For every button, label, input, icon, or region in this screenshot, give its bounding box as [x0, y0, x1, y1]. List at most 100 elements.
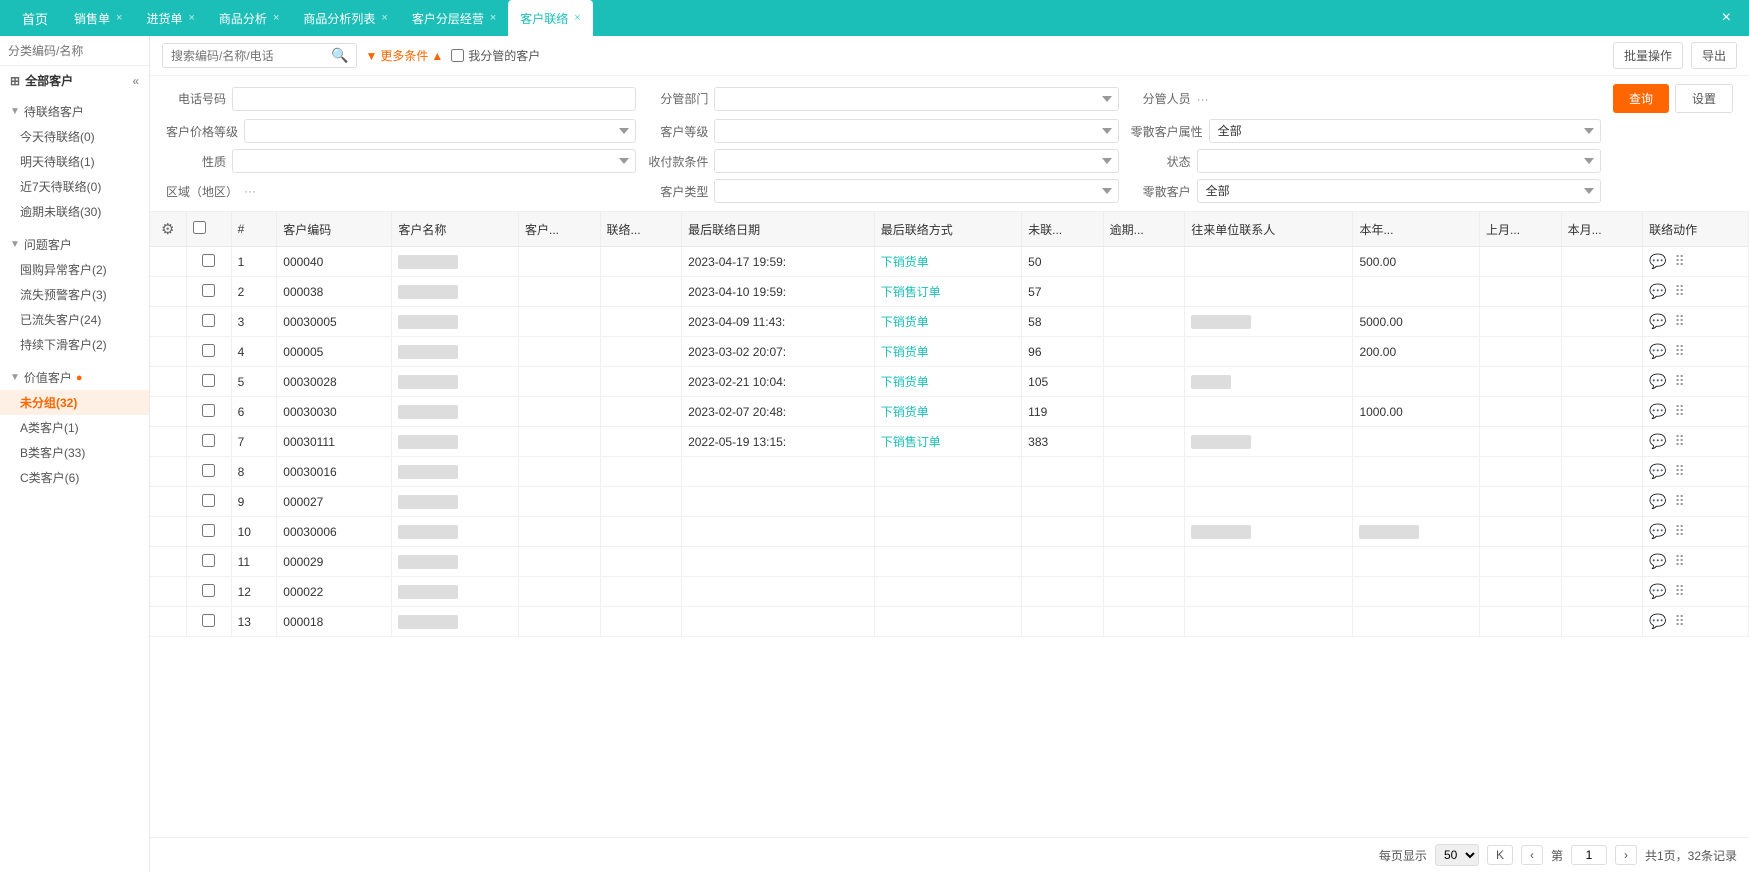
more-icon[interactable]: ⠿ — [1675, 583, 1685, 600]
phone-input[interactable] — [232, 87, 636, 111]
sidebar-group-problem-header[interactable]: ▼ 问题客户 — [0, 232, 149, 257]
contact-type-link[interactable]: 下销货单 — [881, 375, 929, 389]
export-button[interactable]: 导出 — [1691, 42, 1737, 69]
row-select-checkbox[interactable] — [202, 284, 215, 297]
sidebar-item-tomorrow[interactable]: 明天待联络(1) — [0, 149, 149, 174]
nav-tab-customer-layer[interactable]: 客户分层经营 × — [400, 0, 508, 36]
sidebar-group-value-header[interactable]: ▼ 价值客户 ● — [0, 365, 149, 390]
nav-tab-analysis[interactable]: 商品分析 × — [207, 0, 291, 36]
page-size-select[interactable]: 50 — [1435, 844, 1479, 866]
payment-select[interactable] — [714, 149, 1118, 173]
status-select[interactable] — [1197, 149, 1601, 173]
price-level-select[interactable] — [244, 119, 636, 143]
sidebar-item-overdue[interactable]: 逾期未联络(30) — [0, 199, 149, 224]
more-conditions-button[interactable]: ▼ 更多条件 ▲ — [365, 47, 443, 64]
page-number-input[interactable] — [1571, 845, 1607, 865]
sidebar-item-ungrouped[interactable]: 未分组(32) — [0, 390, 149, 415]
contact-icon[interactable]: 💬 — [1649, 403, 1666, 420]
prev-page-button[interactable]: ‹ — [1521, 845, 1543, 865]
contact-icon[interactable]: 💬 — [1649, 613, 1666, 630]
contact-icon[interactable]: 💬 — [1649, 493, 1666, 510]
row-select-checkbox[interactable] — [202, 374, 215, 387]
query-button[interactable]: 查询 — [1613, 84, 1669, 113]
settings-gear-icon[interactable]: ⚙ — [161, 220, 174, 238]
contact-icon[interactable]: 💬 — [1649, 343, 1666, 360]
row-select-checkbox[interactable] — [202, 254, 215, 267]
more-icon[interactable]: ⠿ — [1675, 463, 1685, 480]
row-select-checkbox[interactable] — [202, 494, 215, 507]
close-tab-analysis-icon[interactable]: × — [273, 12, 279, 24]
reset-button[interactable]: 设置 — [1675, 84, 1733, 113]
more-icon[interactable]: ⠿ — [1675, 283, 1685, 300]
sidebar-item-stockpile-abnormal[interactable]: 囤购异常客户(2) — [0, 257, 149, 282]
sidebar-item-class-b[interactable]: B类客户(33) — [0, 440, 149, 465]
sidebar-item-class-c[interactable]: C类客户(6) — [0, 465, 149, 490]
contact-icon[interactable]: 💬 — [1649, 463, 1666, 480]
more-icon[interactable]: ⠿ — [1675, 343, 1685, 360]
row-select-checkbox[interactable] — [202, 554, 215, 567]
sidebar-item-today[interactable]: 今天待联络(0) — [0, 124, 149, 149]
more-icon[interactable]: ⠿ — [1675, 553, 1685, 570]
more-icon[interactable]: ⠿ — [1675, 523, 1685, 540]
contact-type-link[interactable]: 下销货单 — [881, 255, 929, 269]
close-tab-sales-icon[interactable]: × — [116, 12, 122, 24]
my-customers-filter[interactable]: 我分管的客户 — [451, 47, 540, 64]
more-icon[interactable]: ⠿ — [1675, 313, 1685, 330]
contact-icon[interactable]: 💬 — [1649, 433, 1666, 450]
sidebar-item-churn-warning[interactable]: 流失预警客户(3) — [0, 282, 149, 307]
row-select-checkbox[interactable] — [202, 344, 215, 357]
nav-home[interactable]: 首页 — [8, 9, 62, 28]
contact-icon[interactable]: 💬 — [1649, 583, 1666, 600]
contact-icon[interactable]: 💬 — [1649, 373, 1666, 390]
more-icon[interactable]: ⠿ — [1675, 373, 1685, 390]
sidebar-item-class-a[interactable]: A类客户(1) — [0, 415, 149, 440]
batch-operation-button[interactable]: 批量操作 — [1613, 42, 1683, 69]
region-dots[interactable]: ··· — [244, 184, 256, 198]
sidebar-group-pending-header[interactable]: ▼ 待联络客户 — [0, 99, 149, 124]
scattered-customer-select[interactable]: 全部 — [1197, 179, 1601, 203]
next-page-button[interactable]: › — [1615, 845, 1637, 865]
nav-tab-customer-contact[interactable]: 客户联络 × — [508, 0, 592, 36]
manager-dots[interactable]: ··· — [1197, 92, 1209, 106]
sidebar-collapse-icon[interactable]: « — [132, 74, 139, 88]
nav-tab-sales[interactable]: 销售单 × — [62, 0, 134, 36]
close-tab-customer-layer-icon[interactable]: × — [490, 12, 496, 24]
dept-select[interactable] — [714, 87, 1118, 111]
sidebar-search-input[interactable] — [8, 44, 150, 58]
row-select-checkbox[interactable] — [202, 614, 215, 627]
search-input[interactable] — [171, 49, 331, 63]
select-all-checkbox[interactable] — [193, 221, 206, 234]
scattered-attr-select[interactable]: 全部 — [1209, 119, 1601, 143]
row-select-checkbox[interactable] — [202, 434, 215, 447]
contact-type-link[interactable]: 下销货单 — [881, 345, 929, 359]
sidebar-item-declining[interactable]: 持续下滑客户(2) — [0, 332, 149, 357]
contact-type-link[interactable]: 下销售订单 — [881, 285, 941, 299]
more-icon[interactable]: ⠿ — [1675, 493, 1685, 510]
more-icon[interactable]: ⠿ — [1675, 433, 1685, 450]
contact-type-link[interactable]: 下销货单 — [881, 405, 929, 419]
sidebar-all-customers[interactable]: ⊞ 全部客户 « — [0, 66, 149, 95]
search-icon[interactable]: 🔍 — [331, 47, 348, 64]
more-icon[interactable]: ⠿ — [1675, 253, 1685, 270]
nav-tab-purchase[interactable]: 进货单 × — [134, 0, 206, 36]
row-select-checkbox[interactable] — [202, 404, 215, 417]
first-page-button[interactable]: K — [1487, 845, 1513, 865]
close-tab-purchase-icon[interactable]: × — [188, 12, 194, 24]
sidebar-item-7days[interactable]: 近7天待联络(0) — [0, 174, 149, 199]
row-select-checkbox[interactable] — [202, 524, 215, 537]
close-tab-customer-contact-icon[interactable]: × — [574, 12, 580, 24]
row-select-checkbox[interactable] — [202, 314, 215, 327]
close-tab-analysis-list-icon[interactable]: × — [381, 12, 387, 24]
row-select-checkbox[interactable] — [202, 464, 215, 477]
contact-icon[interactable]: 💬 — [1649, 253, 1666, 270]
contact-icon[interactable]: 💬 — [1649, 313, 1666, 330]
customer-type-select[interactable] — [714, 179, 1118, 203]
contact-icon[interactable]: 💬 — [1649, 283, 1666, 300]
more-icon[interactable]: ⠿ — [1675, 613, 1685, 630]
my-customers-checkbox[interactable] — [451, 49, 464, 62]
more-icon[interactable]: ⠿ — [1675, 403, 1685, 420]
nature-select[interactable] — [232, 149, 636, 173]
contact-icon[interactable]: 💬 — [1649, 523, 1666, 540]
row-select-checkbox[interactable] — [202, 584, 215, 597]
customer-level-select[interactable] — [714, 119, 1118, 143]
